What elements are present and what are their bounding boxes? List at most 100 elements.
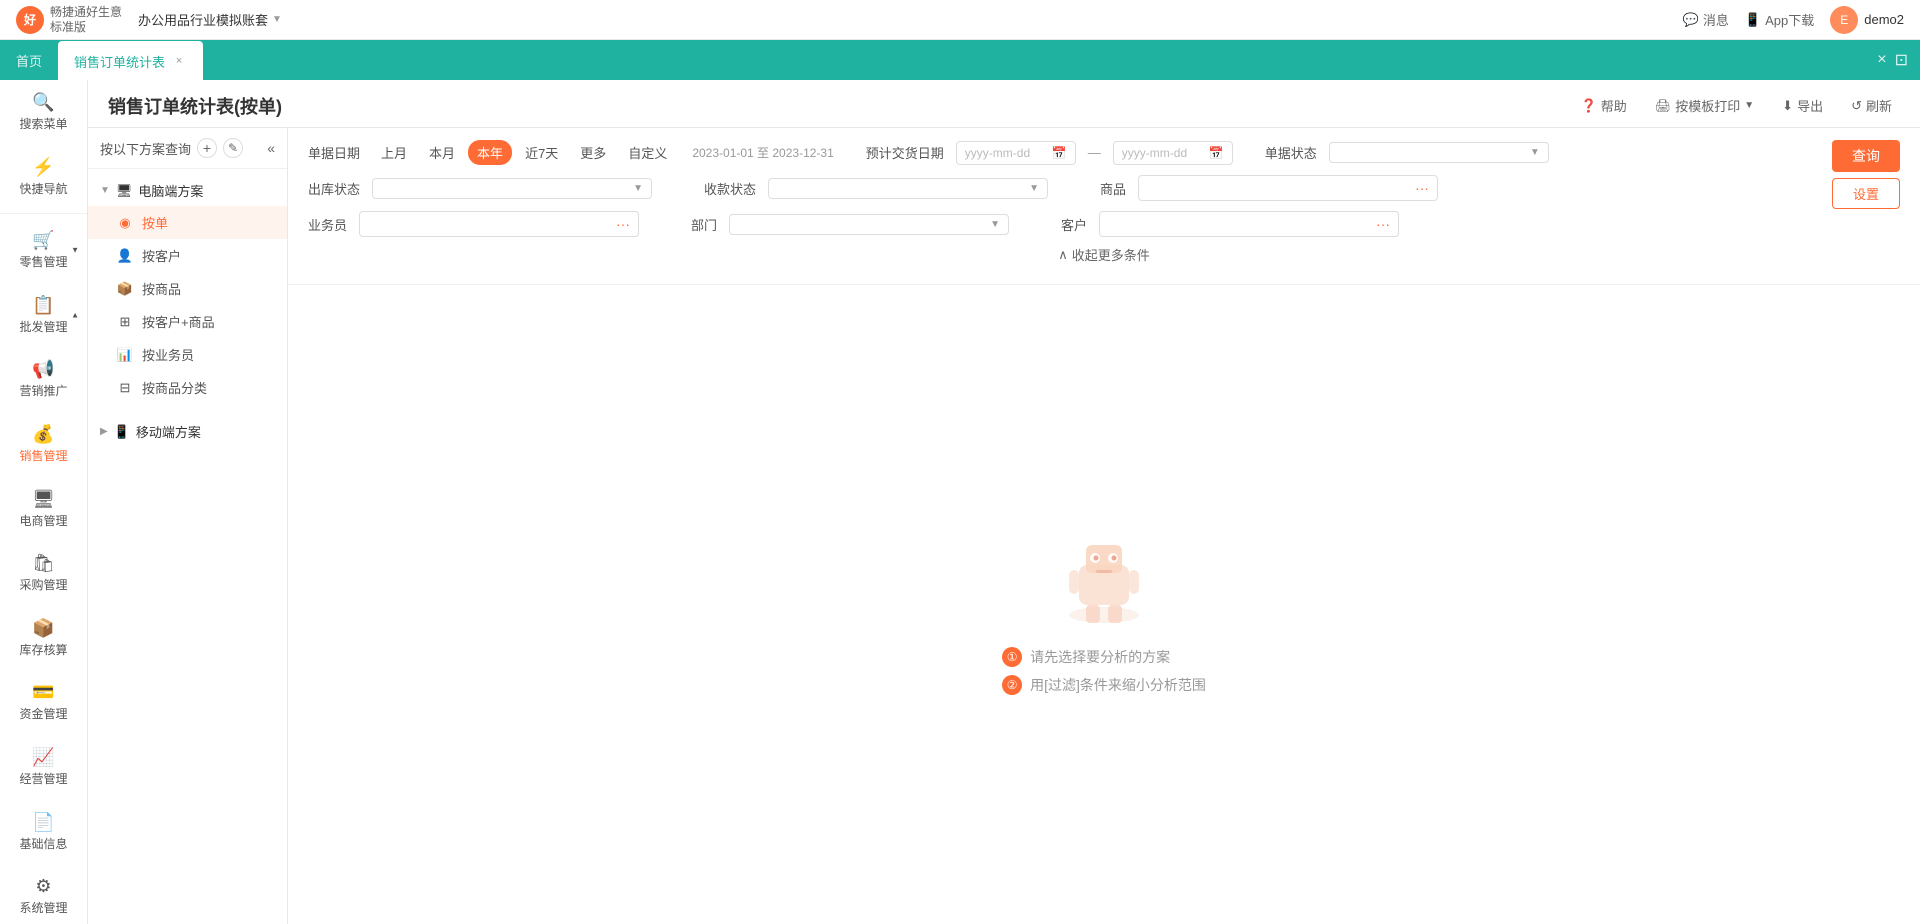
date-prev-month-button[interactable]: 上月 [372,140,416,165]
tab-home[interactable]: 首页 [0,40,58,80]
sidebar-item-search[interactable]: 🔍 搜索菜单 [0,80,87,145]
sidebar-item-system[interactable]: ⚙ 系统管理 [0,864,87,924]
sidebar-item-retail[interactable]: 🛒 零售管理 [0,218,87,283]
date-more-button[interactable]: 更多 [571,140,615,165]
scheme-item-by-customer-goods[interactable]: ⊞ 按客户+商品 [88,305,287,338]
date-last7-button[interactable]: 近7天 [516,140,567,165]
scheme-edit-button[interactable]: ✎ [223,138,243,158]
message-button[interactable]: 💬 消息 [1683,10,1729,29]
payment-status-arrow-icon: ▼ [1029,183,1039,194]
sales-icon: 💰 [32,424,54,445]
scheme-group-mobile-title[interactable]: ▶ 📱 移动端方案 [88,416,287,447]
dept-select[interactable]: ▼ [729,214,1009,235]
finance-icon: 💳 [32,682,54,703]
tab-sales-order[interactable]: 销售订单统计表 × [58,41,203,81]
ecommerce-icon: 🖥 [32,489,55,510]
tab-close-icon[interactable]: × [171,53,187,69]
marketing-icon: 📢 [32,359,54,380]
collapse-filter-button[interactable]: ∧ 收起更多条件 [308,237,1900,272]
sidebar-item-quick-nav[interactable]: ⚡ 快捷导航 [0,145,87,210]
filter-row-1: 单据日期 上月 本月 本年 近7天 更多 自定义 2023-01-01 至 20… [308,140,1900,237]
bill-status-label: 单据状态 [1265,143,1317,162]
print-icon: 🖨 [1655,98,1672,114]
bill-status-select[interactable]: ▼ [1329,142,1549,163]
sidebar-item-marketing[interactable]: 📢 营销推广 [0,347,87,412]
company-selector[interactable]: 办公用品行业模拟账套 ▼ [130,6,290,33]
export-button[interactable]: ⬇ 导出 [1774,92,1831,119]
expected-date-start-input[interactable]: yyyy-mm-dd 📅 [956,141,1076,165]
help-button[interactable]: ❓ 帮助 [1573,92,1635,119]
scheme-item-by-salesman[interactable]: 📊 按业务员 [88,338,287,371]
scheme-add-button[interactable]: + [197,138,217,158]
scheme-item-by-customer[interactable]: 👤 按客户 [88,239,287,272]
filter-row-status: 出库状态 ▼ 收款状态 ▼ 商品 [308,175,1816,201]
goods-dots-button[interactable]: ··· [1415,180,1429,196]
window-close-icon[interactable]: × [1877,51,1886,69]
scheme-group-pc: ▼ 🖥 电脑端方案 ◉ 按单 👤 按客户 📦 按商品 [88,169,287,410]
query-button[interactable]: 查询 [1832,140,1900,172]
filter-scheme-area: 按以下方案查询 + ✎ « ▼ 🖥 电脑端方案 ◉ 按单 [88,128,1920,924]
mobile-group-icon: 📱 [114,424,130,440]
query-area: 单据日期 上月 本月 本年 近7天 更多 自定义 2023-01-01 至 20… [288,128,1920,924]
empty-tips: ① 请先选择要分析的方案 ② 用[过滤]条件来缩小分析范围 [1002,647,1206,695]
sidebar-item-finance[interactable]: 💳 资金管理 [0,670,87,735]
date-this-year-button[interactable]: 本年 [468,140,512,165]
filter-row-people: 业务员 ··· 部门 ▼ 客户 [308,211,1816,237]
scheme-group-mobile: ▶ 📱 移动端方案 [88,410,287,453]
customer-dots-button[interactable]: ··· [1376,216,1390,232]
sidebar-item-basic[interactable]: 📄 基础信息 [0,800,87,865]
user-area[interactable]: E demo2 [1830,6,1904,34]
company-arrow-icon: ▼ [272,14,282,25]
print-arrow-icon: ▼ [1744,100,1754,111]
date-range-text: 2023-01-01 至 2023-12-31 [692,144,833,161]
payment-status-label: 收款状态 [704,179,756,198]
print-button[interactable]: 🖨 按模板打印 ▼ [1647,92,1762,119]
empty-tip-2: ② 用[过滤]条件来缩小分析范围 [1002,675,1206,695]
app-download-icon: 📱 [1745,12,1761,28]
scheme-group-pc-title[interactable]: ▼ 🖥 电脑端方案 [88,175,287,206]
sidebar-item-sales[interactable]: 💰 销售管理 [0,412,87,477]
main-layout: 🔍 搜索菜单 ⚡ 快捷导航 🛒 零售管理 📋 批发管理 📢 营销推广 💰 销售管… [0,80,1920,924]
goods-input[interactable]: ··· [1138,175,1438,201]
scheme-title: 按以下方案查询 [100,139,191,158]
scheme-collapse-button[interactable]: « [267,140,275,156]
scheme-item-by-goods[interactable]: 📦 按商品 [88,272,287,305]
window-expand-icon[interactable]: ⊡ [1895,50,1908,70]
filter-row-date: 单据日期 上月 本月 本年 近7天 更多 自定义 2023-01-01 至 20… [308,140,1816,165]
date-quick-buttons: 上月 本月 本年 近7天 更多 自定义 [372,140,676,165]
search-icon: 🔍 [32,92,54,113]
scheme-item-by-category[interactable]: ⊟ 按商品分类 [88,371,287,404]
pc-group-arrow-icon: ▼ [100,185,110,196]
sidebar-divider-1 [0,213,87,214]
settings-button[interactable]: 设置 [1832,178,1900,209]
basic-icon: 📄 [32,812,54,833]
expected-date-label: 预计交货日期 [866,143,944,162]
calendar-icon-2: 📅 [1209,146,1224,160]
salesman-input[interactable]: ··· [359,211,639,237]
collapse-icon: ∧ [1058,247,1068,263]
expected-date-end-input[interactable]: yyyy-mm-dd 📅 [1113,141,1233,165]
by-goods-icon: 📦 [116,280,134,298]
ship-status-select[interactable]: ▼ [372,178,652,199]
inventory-icon: 📦 [32,618,54,639]
sidebar-item-purchase[interactable]: 🛍 采购管理 [0,541,87,606]
sidebar-item-wholesale[interactable]: 📋 批发管理 [0,283,87,348]
scheme-item-by-order[interactable]: ◉ 按单 [88,206,287,239]
date-this-month-button[interactable]: 本月 [420,140,464,165]
sidebar-item-inventory[interactable]: 📦 库存核算 [0,606,87,671]
date-custom-button[interactable]: 自定义 [619,140,676,165]
logo-text: 畅捷通好生意 标准版 [50,5,122,34]
salesman-dots-button[interactable]: ··· [616,216,630,232]
payment-status-select[interactable]: ▼ [768,178,1048,199]
tab-bar: 首页 销售订单统计表 × × ⊡ [0,40,1920,80]
app-download-button[interactable]: 📱 App下载 [1745,10,1814,29]
filter-left: 单据日期 上月 本月 本年 近7天 更多 自定义 2023-01-01 至 20… [308,140,1816,237]
sidebar-item-ecommerce[interactable]: 🖥 电商管理 [0,477,87,542]
ship-status-arrow-icon: ▼ [633,183,643,194]
by-order-icon: ◉ [116,214,134,232]
sidebar-item-operation[interactable]: 📈 经营管理 [0,735,87,800]
tip-2-number: ② [1002,675,1022,695]
tip-2-text: 用[过滤]条件来缩小分析范围 [1030,675,1206,695]
refresh-button[interactable]: ↺ 刷新 [1843,92,1900,119]
customer-input[interactable]: ··· [1099,211,1399,237]
